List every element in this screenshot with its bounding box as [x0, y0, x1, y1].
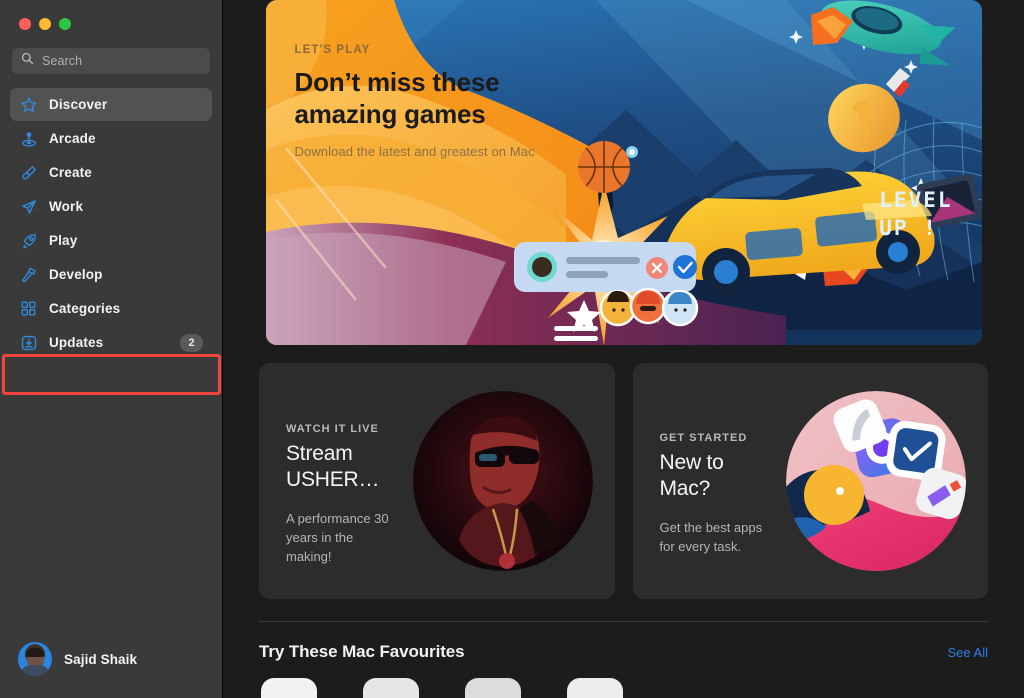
- sidebar-item-arcade[interactable]: Arcade: [10, 122, 212, 155]
- feature-card-stream-usher[interactable]: WATCH IT LIVE Stream USHER… A performanc…: [259, 363, 615, 599]
- download-icon: [19, 333, 38, 352]
- zoom-button[interactable]: [59, 18, 71, 30]
- sidebar-item-label: Discover: [49, 97, 108, 112]
- sidebar-item-label: Develop: [49, 267, 103, 282]
- joystick-icon: [19, 129, 38, 148]
- usher-portrait-image: [412, 391, 593, 571]
- search-container: Search: [0, 40, 222, 74]
- search-placeholder: Search: [42, 54, 83, 68]
- card-text-block: GET STARTED New to Mac? Get the best app…: [633, 406, 773, 556]
- app-icon[interactable]: [465, 678, 521, 698]
- level-up-overlay-text: LEVEL UP !: [879, 188, 953, 240]
- paper-plane-icon: [19, 197, 38, 216]
- minimize-button[interactable]: [39, 18, 51, 30]
- feature-cards-row: WATCH IT LIVE Stream USHER… A performanc…: [259, 363, 988, 599]
- traffic-lights: [0, 0, 222, 40]
- card-description: Get the best apps for every task.: [659, 520, 763, 554]
- sidebar-item-updates[interactable]: Updates 2: [10, 326, 212, 359]
- paintbrush-icon: [19, 163, 38, 182]
- star-icon: [19, 95, 38, 114]
- card-title: New to Mac?: [659, 451, 724, 500]
- sidebar-item-label: Categories: [49, 301, 121, 316]
- card-title: Stream USHER…: [286, 441, 380, 491]
- card-description: A performance 30 years in the making!: [286, 510, 389, 564]
- mac-apps-collage-image: [786, 391, 966, 571]
- search-input[interactable]: Search: [12, 48, 210, 74]
- hero-title: Don’t miss these amazing games: [294, 67, 500, 129]
- sidebar-item-develop[interactable]: Develop: [10, 258, 212, 291]
- feature-card-new-to-mac[interactable]: GET STARTED New to Mac? Get the best app…: [632, 363, 988, 599]
- user-account-row[interactable]: Sajid Shaik: [0, 642, 222, 698]
- app-store-window: Search Discover Arcade Create Work Play …: [0, 0, 1024, 698]
- hero-text-block: LET'S PLAY Don’t miss these amazing game…: [295, 44, 555, 159]
- sidebar-item-label: Arcade: [49, 131, 96, 146]
- sidebar-item-label: Create: [49, 165, 92, 180]
- card-text-block: WATCH IT LIVE Stream USHER… A performanc…: [259, 397, 399, 566]
- app-list-peek: [259, 678, 988, 698]
- highlight-annotation: [2, 354, 221, 395]
- favourites-section-header: Try These Mac Favourites See All: [259, 621, 988, 662]
- grid-icon: [19, 299, 38, 318]
- app-icon[interactable]: [261, 678, 317, 698]
- card-kicker: GET STARTED: [659, 432, 748, 444]
- sidebar-item-work[interactable]: Work: [10, 190, 212, 223]
- hero-subtitle: Download the latest and greatest on Mac: [294, 144, 535, 159]
- search-icon: [21, 52, 34, 70]
- hero-kicker: LET'S PLAY: [294, 44, 371, 56]
- sidebar-item-discover[interactable]: Discover: [10, 88, 212, 121]
- user-name: Sajid Shaik: [64, 651, 138, 667]
- section-title: Try These Mac Favourites: [259, 642, 465, 661]
- card-kicker: WATCH IT LIVE: [286, 422, 379, 435]
- sidebar-item-play[interactable]: Play: [10, 224, 212, 257]
- main-content: LET'S PLAY Don’t miss these amazing game…: [223, 0, 1024, 698]
- hero-banner[interactable]: LET'S PLAY Don’t miss these amazing game…: [265, 0, 982, 345]
- app-icon[interactable]: [363, 678, 419, 698]
- rocket-icon: [19, 231, 38, 250]
- sidebar-nav: Discover Arcade Create Work Play Develop…: [0, 88, 222, 359]
- see-all-link[interactable]: See All: [948, 645, 988, 660]
- status-badge: 2: [180, 333, 203, 352]
- sidebar-item-create[interactable]: Create: [10, 156, 212, 189]
- sidebar-item-label: Work: [49, 199, 84, 214]
- app-icon[interactable]: [567, 678, 623, 698]
- sidebar: Search Discover Arcade Create Work Play …: [0, 0, 223, 698]
- sidebar-item-categories[interactable]: Categories: [10, 292, 212, 325]
- hammer-icon: [19, 265, 38, 284]
- sidebar-item-label: Play: [49, 233, 78, 248]
- sidebar-item-label: Updates: [49, 335, 104, 350]
- avatar: [18, 642, 52, 676]
- close-button[interactable]: [19, 18, 31, 30]
